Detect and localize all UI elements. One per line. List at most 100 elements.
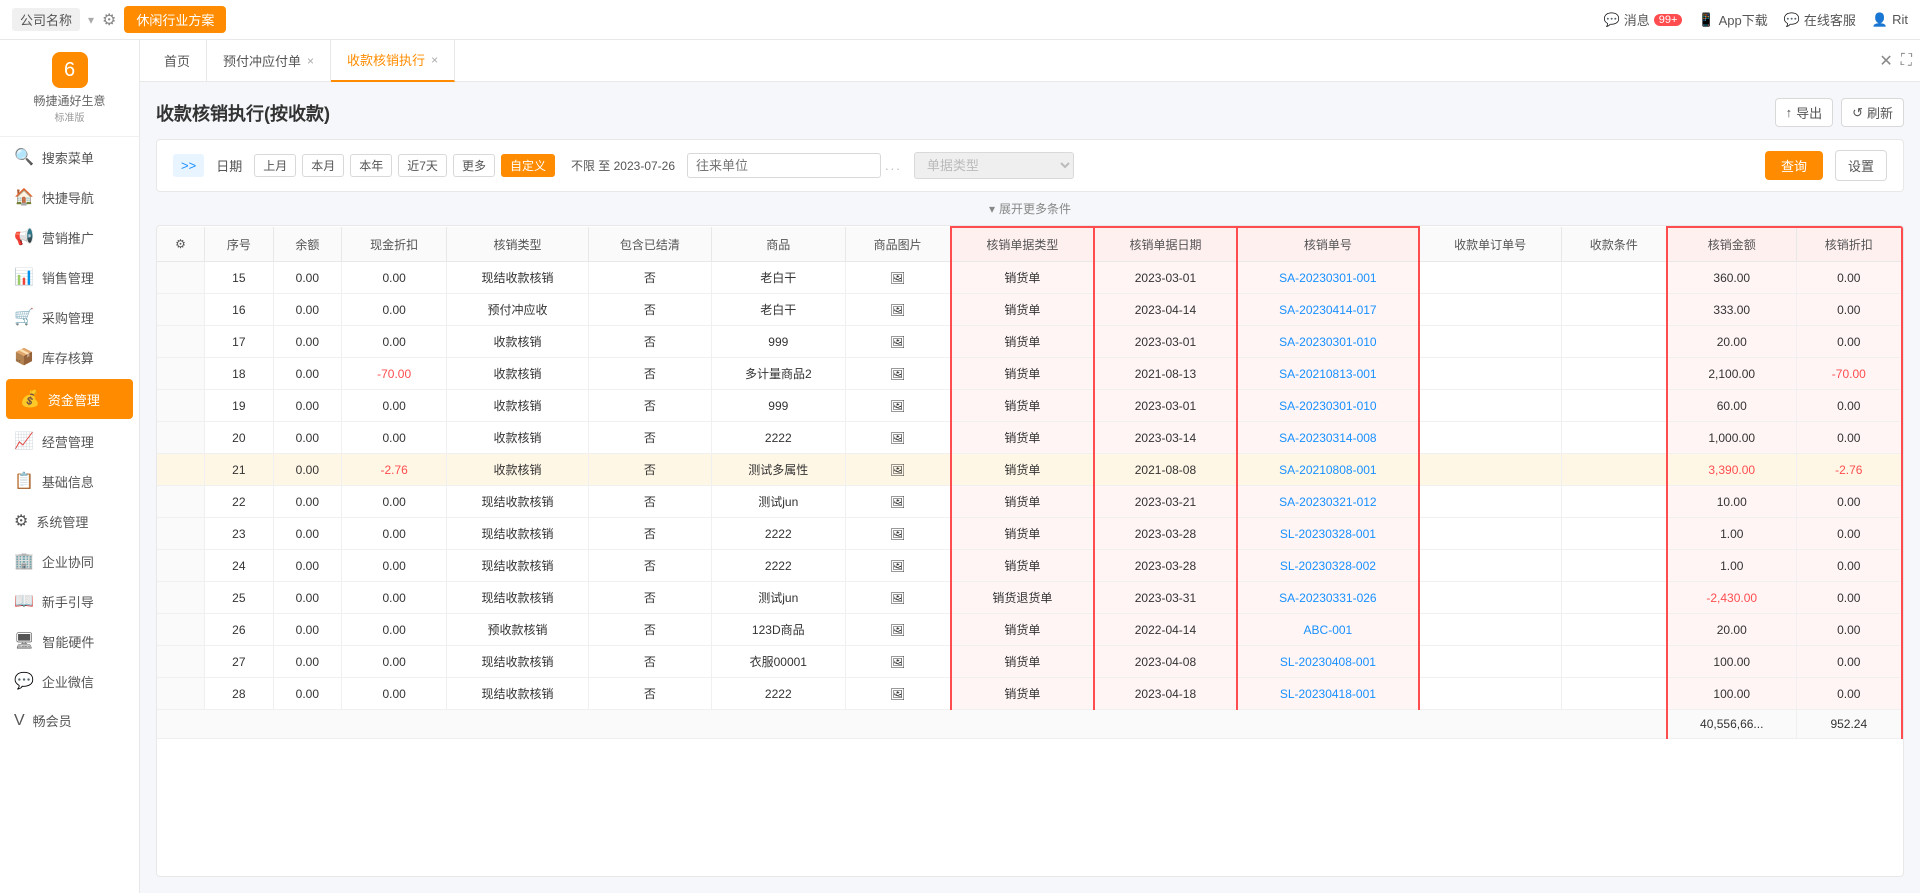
sidebar-item-system[interactable]: ⚙ 系统管理 [0,501,139,541]
row-cash-discount: -2.76 [342,454,447,486]
row-receipt-no [1419,582,1561,614]
sidebar-item-search[interactable]: 🔍 搜索菜单 [0,137,139,177]
filter-expand-button[interactable]: >> [173,154,204,177]
row-receipt-no [1419,454,1561,486]
row-goods: 老白干 [712,262,845,294]
date-btn-lastmonth[interactable]: 上月 [254,154,296,177]
row-bill-no[interactable]: SA-20230301-010 [1237,326,1419,358]
query-button[interactable]: 查询 [1765,151,1823,180]
row-bill-no[interactable]: SA-20210813-001 [1237,358,1419,390]
row-bill-no[interactable]: SA-20210808-001 [1237,454,1419,486]
online-service-item[interactable]: 💬 在线客服 [1784,10,1856,29]
row-bill-no[interactable]: SA-20230331-026 [1237,582,1419,614]
vip-icon: V [14,712,25,730]
user-item[interactable]: 👤 Rit [1872,12,1908,28]
row-check [157,678,205,710]
sidebar-item-marketing[interactable]: 📢 营销推广 [0,217,139,257]
date-btn-thisyear[interactable]: 本年 [350,154,392,177]
row-seq: 26 [205,614,274,646]
sidebar-item-wechat[interactable]: 💬 企业微信 [0,661,139,701]
tab-expand-button[interactable]: ⛶ [1901,51,1912,71]
row-bill-no[interactable]: SA-20230414-017 [1237,294,1419,326]
tab-prepay-close[interactable]: × [307,54,314,68]
date-btn-thismonth[interactable]: 本月 [302,154,344,177]
user-icon: 👤 [1872,12,1888,28]
row-seq: 21 [205,454,274,486]
industry-button[interactable]: 休闲行业方案 [124,6,226,33]
row-goods: 123D商品 [712,614,845,646]
sidebar-item-sales[interactable]: 📊 销售管理 [0,257,139,297]
sidebar-item-inventory[interactable]: 📦 库存核算 [0,337,139,377]
row-bill-no[interactable]: SA-20230314-008 [1237,422,1419,454]
row-bill-no[interactable]: SL-20230328-001 [1237,518,1419,550]
row-receipt-no [1419,678,1561,710]
tab-prepay-label: 预付冲应付单 [223,51,301,70]
export-label: 导出 [1796,103,1822,122]
date-btn-custom[interactable]: 自定义 [501,154,555,177]
expand-more-button[interactable]: ▾ 展开更多条件 [989,200,1071,217]
refresh-button[interactable]: ↺ 刷新 [1841,98,1904,127]
sidebar-item-finance[interactable]: 💰 资金管理 [6,379,133,419]
app-download-item[interactable]: 📱 App下载 [1698,10,1767,29]
row-writeoff-type: 预付冲应收 [447,294,589,326]
table-body: 150.000.00现结收款核销否老白干🖼销货单2023-03-01SA-202… [157,262,1902,710]
sidebar-item-basicinfo[interactable]: 📋 基础信息 [0,461,139,501]
sidebar-item-vip[interactable]: V 畅会员 [0,701,139,740]
tab-home[interactable]: 首页 [148,40,207,82]
row-bill-no[interactable]: SA-20230321-012 [1237,486,1419,518]
date-btn-7days[interactable]: 近7天 [398,154,447,177]
date-range-text: 不限 至 2023-07-26 [571,157,675,174]
row-bill-no[interactable]: SA-20230301-001 [1237,262,1419,294]
sidebar-item-quicknav[interactable]: 🏠 快捷导航 [0,177,139,217]
row-cash-discount: 0.00 [342,550,447,582]
row-receipt-no [1419,518,1561,550]
row-bill-date: 2021-08-13 [1094,358,1237,390]
row-goods: 2222 [712,422,845,454]
tab-close-all-button[interactable]: ✕ [1879,51,1892,71]
date-btn-more[interactable]: 更多 [453,154,495,177]
row-receipt-cond [1561,646,1667,678]
row-bill-no[interactable]: SA-20230301-010 [1237,390,1419,422]
row-included: 否 [588,678,711,710]
dropdown-arrow[interactable]: ▾ [88,13,94,27]
sidebar-item-guide[interactable]: 📖 新手引导 [0,581,139,621]
messages-item[interactable]: 💬 消息 99+ [1604,10,1683,29]
row-writeoff-type: 预收款核销 [447,614,589,646]
tab-prepay[interactable]: 预付冲应付单 × [207,40,331,82]
row-writeoff-type: 收款核销 [447,358,589,390]
row-amount: 100.00 [1667,646,1796,678]
unit-input[interactable] [687,153,881,178]
header-actions: ↑ 导出 ↺ 刷新 [1775,98,1904,127]
row-writeoff-type: 现结收款核销 [447,582,589,614]
row-check [157,358,205,390]
logo-text: 畅捷通好生意 [33,92,105,109]
col-bill-date: 核销单据日期 [1094,227,1237,262]
tab-writeoff[interactable]: 收款核销执行 × [331,40,455,82]
row-bill-no[interactable]: SL-20230408-001 [1237,646,1419,678]
row-amount: 2,100.00 [1667,358,1796,390]
row-cash-discount: 0.00 [342,582,447,614]
row-seq: 15 [205,262,274,294]
row-goods: 2222 [712,678,845,710]
row-bill-no[interactable]: ABC-001 [1237,614,1419,646]
sidebar-item-hardware[interactable]: 🖥 智能硬件 [0,621,139,661]
setting-button[interactable]: 设置 [1835,150,1887,181]
tab-writeoff-close[interactable]: × [431,53,438,67]
row-amount: 333.00 [1667,294,1796,326]
type-select[interactable]: 单据类型 [914,152,1074,179]
settings-icon[interactable]: ⚙ [102,10,116,30]
row-bill-no[interactable]: SL-20230418-001 [1237,678,1419,710]
row-included: 否 [588,390,711,422]
row-bill-type: 销货单 [951,390,1094,422]
sidebar-item-corp[interactable]: 🏢 企业协同 [0,541,139,581]
table-row: 250.000.00现结收款核销否测试jun🖼销货退货单2023-03-31SA… [157,582,1902,614]
sidebar-item-operation[interactable]: 📈 经营管理 [0,421,139,461]
col-gear[interactable]: ⚙ [157,227,205,262]
export-button[interactable]: ↑ 导出 [1775,98,1834,127]
row-check [157,550,205,582]
table-row: 170.000.00收款核销否999🖼销货单2023-03-01SA-20230… [157,326,1902,358]
table-row: 150.000.00现结收款核销否老白干🖼销货单2023-03-01SA-202… [157,262,1902,294]
sidebar-item-purchase[interactable]: 🛒 采购管理 [0,297,139,337]
row-bill-date: 2023-03-14 [1094,422,1237,454]
row-bill-no[interactable]: SL-20230328-002 [1237,550,1419,582]
